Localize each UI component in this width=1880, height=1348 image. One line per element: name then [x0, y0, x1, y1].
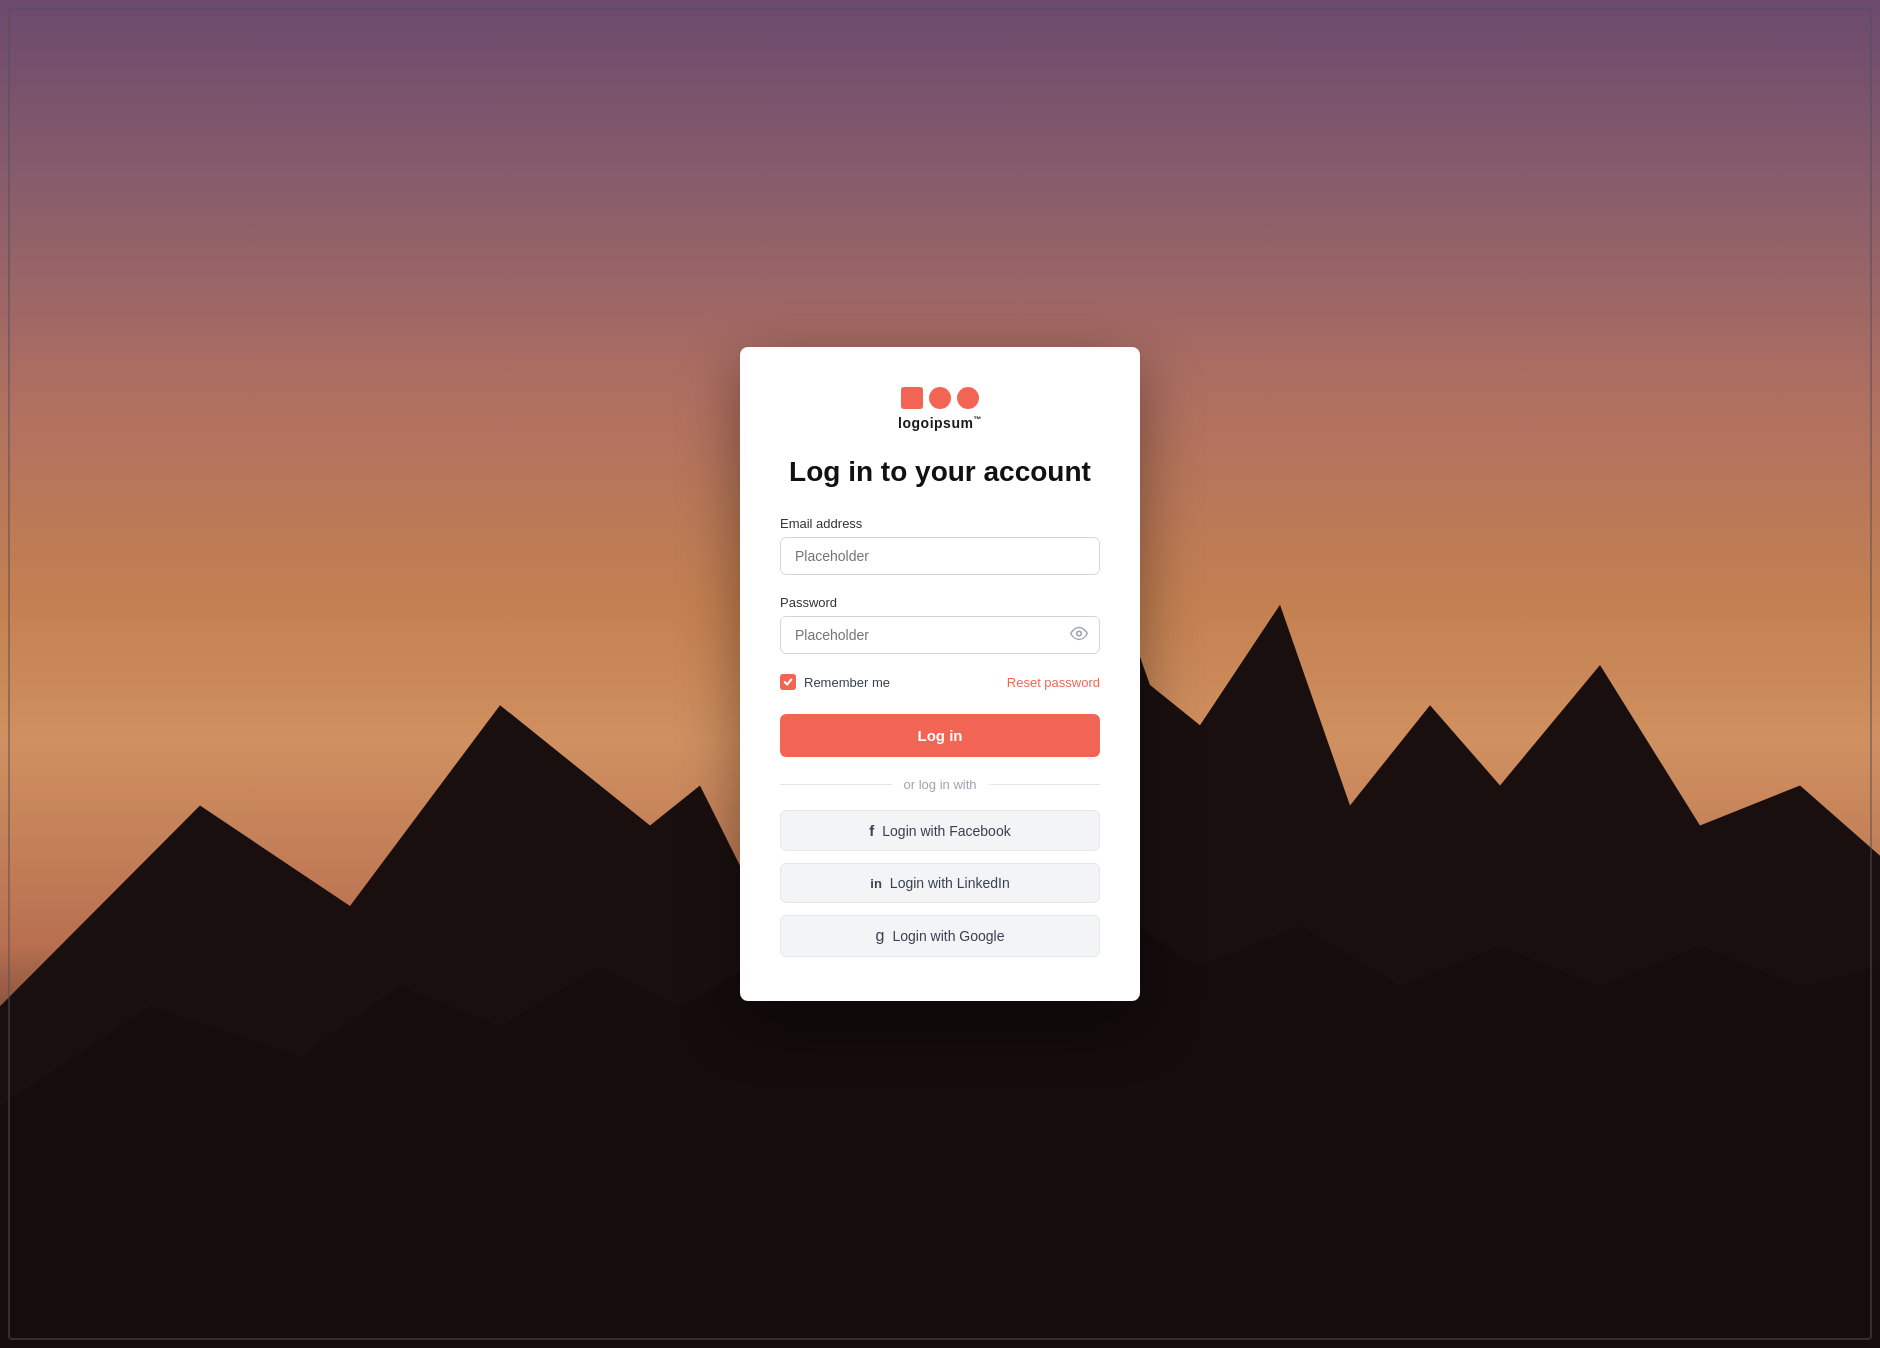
remember-me-checkbox[interactable]	[780, 674, 796, 690]
reset-password-link[interactable]: Reset password	[1007, 675, 1100, 690]
facebook-icon: f	[869, 822, 874, 839]
divider-line-left	[780, 784, 892, 785]
divider-line-right	[989, 784, 1101, 785]
login-button[interactable]: Log in	[780, 714, 1100, 757]
logo-circle-2	[957, 387, 979, 409]
password-group: Password	[780, 595, 1100, 654]
password-label: Password	[780, 595, 1100, 610]
eye-icon[interactable]	[1070, 625, 1088, 646]
google-login-label: Login with Google	[892, 928, 1004, 944]
options-row: Remember me Reset password	[780, 674, 1100, 690]
remember-me-text: Remember me	[804, 675, 890, 690]
email-label: Email address	[780, 516, 1100, 531]
remember-me-label[interactable]: Remember me	[780, 674, 890, 690]
logo-area: logoipsum™	[780, 387, 1100, 431]
logo-shapes	[901, 387, 979, 409]
svg-point-0	[1077, 632, 1082, 637]
facebook-login-label: Login with Facebook	[882, 823, 1010, 839]
linkedin-login-button[interactable]: in Login with LinkedIn	[780, 863, 1100, 903]
divider: or log in with	[780, 777, 1100, 792]
google-login-button[interactable]: g Login with Google	[780, 915, 1100, 957]
login-card: logoipsum™ Log in to your account Email …	[740, 347, 1140, 1002]
logo-circle-1	[929, 387, 951, 409]
email-group: Email address	[780, 516, 1100, 575]
facebook-login-button[interactable]: f Login with Facebook	[780, 810, 1100, 851]
google-icon: g	[876, 927, 885, 945]
divider-text: or log in with	[904, 777, 977, 792]
email-input[interactable]	[780, 537, 1100, 575]
logo-square	[901, 387, 923, 409]
password-wrapper	[780, 616, 1100, 654]
page-title: Log in to your account	[780, 455, 1100, 489]
linkedin-login-label: Login with LinkedIn	[890, 875, 1010, 891]
password-input[interactable]	[780, 616, 1100, 654]
linkedin-icon: in	[870, 876, 882, 891]
logo-text: logoipsum™	[898, 415, 982, 431]
